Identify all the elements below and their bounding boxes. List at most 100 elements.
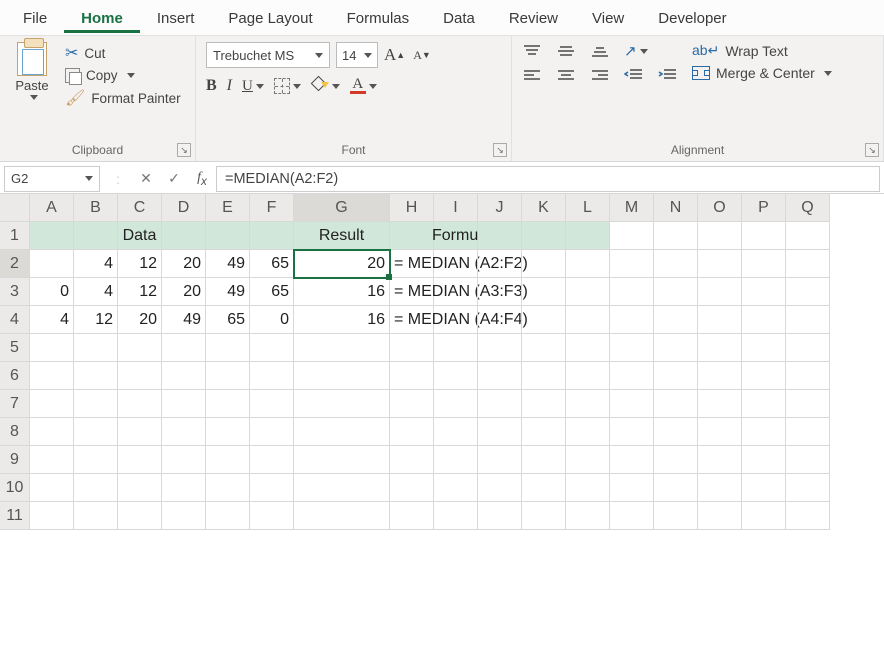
cell-D7[interactable]: [162, 390, 206, 418]
align-top-button[interactable]: [522, 44, 542, 58]
cell-P3[interactable]: [742, 278, 786, 306]
align-bottom-button[interactable]: [590, 44, 610, 58]
cell-E10[interactable]: [206, 474, 250, 502]
cell-E3[interactable]: 49: [206, 278, 250, 306]
col-header-N[interactable]: N: [654, 194, 698, 222]
cell-P8[interactable]: [742, 418, 786, 446]
cell-M5[interactable]: [610, 334, 654, 362]
cell-C5[interactable]: [118, 334, 162, 362]
cell-N6[interactable]: [654, 362, 698, 390]
cell-G11[interactable]: [294, 502, 390, 530]
cell-H3[interactable]: = MEDIAN (A3:F3): [390, 278, 434, 306]
cell-J1[interactable]: [478, 222, 522, 250]
col-header-D[interactable]: D: [162, 194, 206, 222]
cell-F9[interactable]: [250, 446, 294, 474]
cell-K8[interactable]: [522, 418, 566, 446]
cell-A2[interactable]: [30, 250, 74, 278]
cell-K6[interactable]: [522, 362, 566, 390]
cell-L7[interactable]: [566, 390, 610, 418]
cell-M8[interactable]: [610, 418, 654, 446]
formula-input[interactable]: =MEDIAN(A2:F2): [216, 166, 880, 192]
cell-F10[interactable]: [250, 474, 294, 502]
format-painter-button[interactable]: 🖌 Format Painter: [62, 87, 184, 109]
cell-A11[interactable]: [30, 502, 74, 530]
cell-G3[interactable]: 16: [294, 278, 390, 306]
fill-color-button[interactable]: [311, 76, 340, 96]
cell-E6[interactable]: [206, 362, 250, 390]
cell-N8[interactable]: [654, 418, 698, 446]
font-dialog-launcher[interactable]: ↘: [493, 143, 507, 157]
row-header-1[interactable]: 1: [0, 222, 30, 250]
font-size-select[interactable]: 14: [336, 42, 378, 68]
cell-D8[interactable]: [162, 418, 206, 446]
cell-I10[interactable]: [434, 474, 478, 502]
cell-J11[interactable]: [478, 502, 522, 530]
cell-Q7[interactable]: [786, 390, 830, 418]
cell-Q9[interactable]: [786, 446, 830, 474]
align-right-button[interactable]: [590, 68, 610, 82]
cell-H10[interactable]: [390, 474, 434, 502]
cell-A9[interactable]: [30, 446, 74, 474]
col-header-J[interactable]: J: [478, 194, 522, 222]
col-header-G[interactable]: G: [294, 194, 390, 222]
col-header-K[interactable]: K: [522, 194, 566, 222]
select-all-corner[interactable]: [0, 194, 30, 222]
cell-D6[interactable]: [162, 362, 206, 390]
row-header-11[interactable]: 11: [0, 502, 30, 530]
cell-C6[interactable]: [118, 362, 162, 390]
cell-O6[interactable]: [698, 362, 742, 390]
cell-M2[interactable]: [610, 250, 654, 278]
col-header-Q[interactable]: Q: [786, 194, 830, 222]
row-header-3[interactable]: 3: [0, 278, 30, 306]
cell-H9[interactable]: [390, 446, 434, 474]
cell-J10[interactable]: [478, 474, 522, 502]
cell-F11[interactable]: [250, 502, 294, 530]
orientation-button[interactable]: ↗: [624, 42, 648, 60]
cell-D10[interactable]: [162, 474, 206, 502]
cell-E5[interactable]: [206, 334, 250, 362]
enter-formula-button[interactable]: ✓: [160, 170, 188, 187]
cell-L8[interactable]: [566, 418, 610, 446]
cell-D1[interactable]: [162, 222, 206, 250]
row-header-5[interactable]: 5: [0, 334, 30, 362]
tab-pagelayout[interactable]: Page Layout: [211, 2, 329, 33]
cell-Q8[interactable]: [786, 418, 830, 446]
cell-Q5[interactable]: [786, 334, 830, 362]
tab-formulas[interactable]: Formulas: [330, 2, 427, 33]
cell-G10[interactable]: [294, 474, 390, 502]
col-header-B[interactable]: B: [74, 194, 118, 222]
cell-O7[interactable]: [698, 390, 742, 418]
cell-C2[interactable]: 12: [118, 250, 162, 278]
cell-F2[interactable]: 65: [250, 250, 294, 278]
cell-A4[interactable]: 4: [30, 306, 74, 334]
cell-G8[interactable]: [294, 418, 390, 446]
cell-F7[interactable]: [250, 390, 294, 418]
italic-button[interactable]: I: [227, 77, 232, 95]
cell-K7[interactable]: [522, 390, 566, 418]
tab-file[interactable]: File: [6, 2, 64, 33]
tab-view[interactable]: View: [575, 2, 641, 33]
cell-B8[interactable]: [74, 418, 118, 446]
cell-N7[interactable]: [654, 390, 698, 418]
cell-A6[interactable]: [30, 362, 74, 390]
cell-B3[interactable]: 4: [74, 278, 118, 306]
increase-indent-button[interactable]: [658, 68, 678, 82]
chevron-down-icon[interactable]: [30, 95, 38, 100]
cell-C8[interactable]: [118, 418, 162, 446]
cell-K5[interactable]: [522, 334, 566, 362]
col-header-L[interactable]: L: [566, 194, 610, 222]
borders-button[interactable]: [274, 78, 301, 94]
cut-button[interactable]: ✂ Cut: [62, 42, 184, 64]
cell-E1[interactable]: [206, 222, 250, 250]
tab-developer[interactable]: Developer: [641, 2, 743, 33]
cell-P7[interactable]: [742, 390, 786, 418]
cell-Q2[interactable]: [786, 250, 830, 278]
cell-K10[interactable]: [522, 474, 566, 502]
merge-center-button[interactable]: Merge & Center: [692, 65, 832, 81]
alignment-dialog-launcher[interactable]: ↘: [865, 143, 879, 157]
col-header-H[interactable]: H: [390, 194, 434, 222]
cell-G4[interactable]: 16: [294, 306, 390, 334]
cell-E7[interactable]: [206, 390, 250, 418]
cancel-formula-button[interactable]: ✕: [132, 170, 160, 187]
cell-J2[interactable]: [478, 250, 522, 278]
